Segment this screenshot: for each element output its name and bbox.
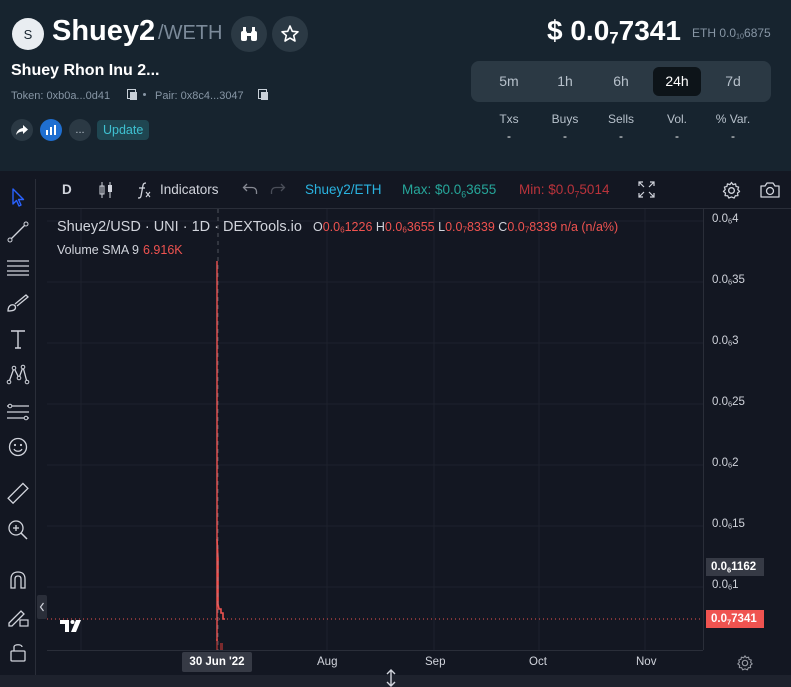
chart-legend: Shuey2/USD · UNI · 1D · DEXTools.io O0.0… [57,219,618,235]
indicators-button[interactable]: Indicators [160,182,219,197]
price-tick: 0.061 [712,579,739,592]
series-title: Shuey2/USD · UNI · 1D · DEXTools.io [57,219,302,235]
star-icon [281,25,299,42]
time-tick: Aug [317,656,338,668]
chart-canvas [47,209,703,650]
time-axis[interactable] [47,650,703,675]
stat-txs: Txs - [499,112,519,143]
price-tick: 0.0615 [712,518,745,531]
stat-volume: Vol. - [666,112,687,143]
brush-icon[interactable] [5,290,31,316]
share-icon [16,125,28,135]
candle-style-icon[interactable] [98,181,114,199]
stat-variation: % Var. - [715,112,751,143]
pair-address: Pair: 0x8c4...3047 [155,90,244,102]
timeframe-1h[interactable]: 1h [541,67,589,96]
binoculars-icon [241,27,257,41]
last-price-label: 0.077341 [706,610,764,628]
price-tick: 0.063 [712,335,739,348]
gear-icon[interactable] [722,181,741,200]
timeframe-24h[interactable]: 24h [653,67,701,96]
volume-legend: Volume SMA 9 6.916K [57,243,183,257]
drawing-toolbar [0,179,36,687]
function-icon[interactable] [135,181,153,199]
chart-bars-icon [46,125,56,135]
price-eth: ETH 0.0106875 [692,26,771,41]
timeframe-6h[interactable]: 6h [597,67,645,96]
tradingview-logo[interactable] [59,617,85,635]
resize-handle-icon[interactable] [384,669,398,687]
pair-switch-link[interactable]: Shuey2/ETH [305,182,382,197]
interval-button[interactable]: D [62,182,72,197]
axis-settings-icon[interactable] [736,654,754,672]
price-tick: 0.062 [712,457,739,470]
fullscreen-icon[interactable] [638,181,655,198]
forecast-icon[interactable] [5,398,31,424]
emoji-icon[interactable] [5,434,31,460]
lock-pen-icon[interactable] [5,603,31,629]
chart-toolbar: D Indicators Shuey2/ETH Max: $0.063655 M… [0,171,791,209]
ruler-icon[interactable] [5,481,31,507]
price-chart[interactable] [47,209,703,650]
volume-bar [220,643,223,650]
update-button[interactable]: Update [97,120,150,140]
token-avatar: S [12,18,44,50]
crosshair-price-label: 0.061162 [706,558,764,576]
stat-buys: Buys - [551,112,579,143]
pair-quote: /WETH [158,22,223,44]
zoom-in-icon[interactable] [5,517,31,543]
timeframe-7d[interactable]: 7d [709,67,757,96]
undo-icon[interactable] [242,181,258,197]
time-tick: Oct [529,656,547,668]
favorite-button[interactable] [272,16,308,52]
time-tick: Nov [636,656,657,668]
price-tick: 0.0625 [712,396,745,409]
text-icon[interactable] [5,326,31,352]
redo-icon[interactable] [270,181,286,197]
pattern-icon[interactable] [5,362,31,388]
cursor-icon[interactable] [5,184,31,210]
token-address: Token: 0xb0a...0d41 [11,90,111,102]
copy-pair-icon[interactable] [258,89,268,100]
timeframe-selector: 5m 1h 6h 24h 7d [471,61,771,102]
trend-line-icon[interactable] [5,219,31,245]
horizontal-lines-icon[interactable] [5,254,31,280]
ohlc-values: O0.061226 H0.063655 L0.078339 C0.078339 … [312,220,619,235]
lock-icon[interactable] [5,639,31,665]
crosshair-date-label: 30 Jun '22 [182,652,252,672]
price-tick: 0.064 [712,213,739,226]
price-usd: $ 0.077341 [547,15,681,48]
stat-sells: Sells - [607,112,634,143]
separator-dot [143,93,146,96]
share-button[interactable] [11,119,33,141]
analytics-button[interactable] [40,119,62,141]
max-price: Max: $0.063655 [402,182,497,200]
min-price: Min: $0.075014 [519,182,610,200]
price-tick: 0.0635 [712,274,745,287]
token-symbol: Shuey2 [52,15,156,47]
copy-token-icon[interactable] [127,89,137,100]
magnet-icon[interactable] [5,567,31,593]
token-header: S Shuey2 /WETH Shuey Rhon Inu 2... Token… [0,0,791,171]
camera-icon[interactable] [759,181,781,199]
collapse-toolbar-icon[interactable] [37,595,47,619]
token-name: Shuey Rhon Inu 2... [11,62,160,79]
time-tick: Sep [425,656,446,668]
more-button[interactable]: ... [69,119,91,141]
price-axis[interactable]: 0.064 0.0635 0.063 0.0625 0.062 0.0615 0… [703,209,791,650]
binoculars-button[interactable] [231,16,267,52]
timeframe-5m[interactable]: 5m [485,67,533,96]
